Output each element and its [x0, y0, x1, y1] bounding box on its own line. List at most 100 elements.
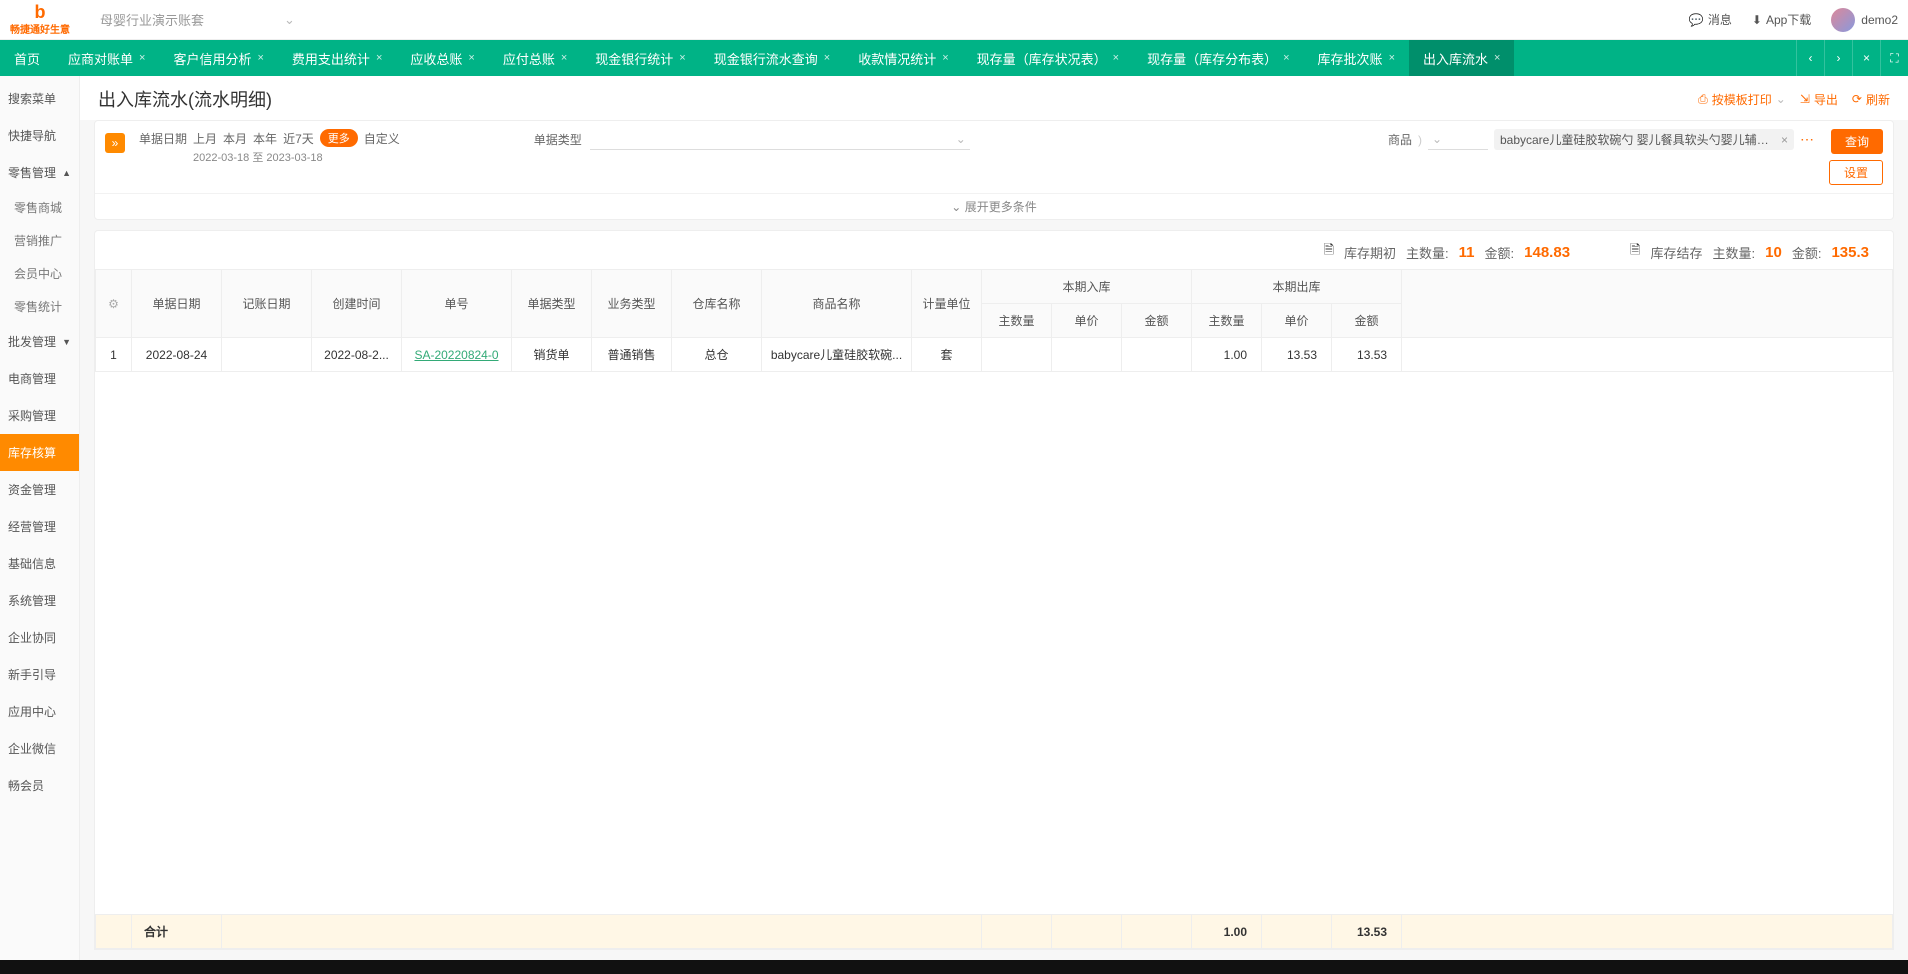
close-icon[interactable]: ×	[257, 52, 263, 64]
col-acc-date[interactable]: 记账日期	[222, 270, 312, 338]
col-out-amt[interactable]: 金额	[1332, 304, 1402, 338]
tab[interactable]: 现金银行流水查询×	[700, 40, 844, 76]
col-doc-date[interactable]: 单据日期	[132, 270, 222, 338]
logo-text: 畅捷通好生意	[10, 21, 70, 36]
fullscreen-button[interactable]: ⛶	[1880, 40, 1908, 76]
range-custom[interactable]: 自定义	[364, 130, 400, 147]
col-in-amt[interactable]: 金额	[1122, 304, 1192, 338]
sidebar-item[interactable]: 新手引导	[0, 656, 79, 693]
tab[interactable]: 首页	[0, 40, 54, 76]
sidebar-subitem[interactable]: 零售商城	[0, 191, 79, 224]
sidebar-item[interactable]: 系统管理	[0, 582, 79, 619]
account-selector[interactable]: 母婴行业演示账套 ⌄	[100, 10, 295, 29]
col-unit[interactable]: 计量单位	[912, 270, 982, 338]
export-button[interactable]: ⇲ 导出	[1800, 91, 1838, 108]
more-filters-button[interactable]: ⋯	[1800, 131, 1815, 148]
sidebar-item[interactable]: 应用中心	[0, 693, 79, 730]
doc-type-select[interactable]: ⌄	[590, 129, 970, 150]
sidebar-item[interactable]: 批发管理▼	[0, 323, 79, 360]
sidebar-item[interactable]: 采购管理	[0, 397, 79, 434]
sidebar-item[interactable]: 搜索菜单	[0, 80, 79, 117]
print-button[interactable]: ⎙ 按模板打印 ⌄	[1698, 91, 1786, 108]
close-icon[interactable]: ×	[561, 52, 567, 64]
avatar[interactable]	[1831, 8, 1855, 32]
expand-label: 展开更多条件	[965, 200, 1037, 214]
collapse-filter-button[interactable]: »	[105, 133, 125, 153]
amt-label: 金额:	[1792, 243, 1822, 262]
col-warehouse[interactable]: 仓库名称	[672, 270, 762, 338]
refresh-button[interactable]: ⟳ 刷新	[1852, 91, 1890, 108]
tab[interactable]: 应付总账×	[489, 40, 581, 76]
close-icon[interactable]: ×	[1283, 52, 1289, 64]
tab[interactable]: 客户信用分析×	[159, 40, 277, 76]
col-product[interactable]: 商品名称	[762, 270, 912, 338]
tab[interactable]: 现存量（库存状况表）×	[963, 40, 1133, 76]
sidebar-item[interactable]: 企业微信	[0, 730, 79, 767]
col-biz-type[interactable]: 业务类型	[592, 270, 672, 338]
tab-label: 出入库流水	[1423, 49, 1488, 68]
expand-conditions-button[interactable]: ⌄ 展开更多条件	[95, 193, 1893, 219]
close-icon[interactable]: ×	[824, 52, 830, 64]
sidebar-item[interactable]: 畅会员	[0, 767, 79, 804]
tab[interactable]: 库存批次账×	[1304, 40, 1409, 76]
close-icon[interactable]: ×	[679, 52, 685, 64]
range-7days[interactable]: 近7天	[283, 130, 314, 147]
col-doc-no[interactable]: 单号	[402, 270, 512, 338]
tab-close-all[interactable]: ×	[1852, 40, 1880, 76]
username[interactable]: demo2	[1861, 13, 1898, 27]
sidebar-label: 新手引导	[8, 666, 56, 683]
sidebar: 搜索菜单快捷导航零售管理▲零售商城营销推广会员中心零售统计批发管理▼电商管理采购…	[0, 76, 80, 960]
tab-prev[interactable]: ‹	[1796, 40, 1824, 76]
close-icon[interactable]: ×	[1494, 52, 1500, 64]
tab-next[interactable]: ›	[1824, 40, 1852, 76]
tab[interactable]: 出入库流水 ×	[1409, 40, 1514, 76]
tab[interactable]: 应收总账×	[396, 40, 488, 76]
close-icon[interactable]: ×	[1389, 52, 1395, 64]
sidebar-item[interactable]: 企业协同	[0, 619, 79, 656]
sidebar-item[interactable]: 库存核算	[0, 434, 79, 471]
col-settings[interactable]: ⚙	[96, 270, 132, 338]
doc-no-link[interactable]: SA-20220824-0	[402, 338, 512, 372]
close-icon[interactable]: ×	[376, 52, 382, 64]
range-more[interactable]: 更多	[320, 129, 358, 147]
tab[interactable]: 应商对账单×	[54, 40, 159, 76]
range-last-month[interactable]: 上月	[193, 130, 217, 147]
chevron-down-icon: ⌄	[1776, 92, 1786, 106]
col-in-price[interactable]: 单价	[1052, 304, 1122, 338]
sidebar-item[interactable]: 快捷导航	[0, 117, 79, 154]
col-out-price[interactable]: 单价	[1262, 304, 1332, 338]
col-create-time[interactable]: 创建时间	[312, 270, 402, 338]
chip-remove-icon[interactable]: ×	[1781, 133, 1788, 147]
range-this-month[interactable]: 本月	[223, 130, 247, 147]
close-icon[interactable]: ×	[942, 52, 948, 64]
col-out-qty[interactable]: 主数量	[1192, 304, 1262, 338]
settings-button[interactable]: 设置	[1829, 160, 1883, 185]
range-this-year[interactable]: 本年	[253, 130, 277, 147]
tab[interactable]: 现金银行统计×	[581, 40, 699, 76]
tab[interactable]: 收款情况统计×	[844, 40, 962, 76]
close-icon[interactable]: ×	[139, 52, 145, 64]
query-button[interactable]: 查询	[1831, 129, 1883, 154]
sidebar-item[interactable]: 资金管理	[0, 471, 79, 508]
total-out-qty: 1.00	[1192, 915, 1262, 949]
sidebar-item[interactable]: 基础信息	[0, 545, 79, 582]
sidebar-subitem[interactable]: 会员中心	[0, 257, 79, 290]
close-icon[interactable]: ×	[468, 52, 474, 64]
sidebar-item[interactable]: 电商管理	[0, 360, 79, 397]
product-chip[interactable]: babycare儿童硅胶软碗勺 婴儿餐具软头勺婴儿辅食勺2个装 3680 ×	[1494, 129, 1794, 150]
tab[interactable]: 现存量（库存分布表）×	[1133, 40, 1303, 76]
tab[interactable]: 费用支出统计×	[278, 40, 396, 76]
stat-opening: 🗎 库存期初 主数量: 11 金额: 148.83	[1324, 241, 1570, 263]
sidebar-subitem[interactable]: 零售统计	[0, 290, 79, 323]
os-taskbar	[0, 960, 1908, 974]
table-row[interactable]: 12022-08-242022-08-2...SA-20220824-0销货单普…	[96, 338, 1893, 372]
sidebar-item[interactable]: 零售管理▲	[0, 154, 79, 191]
col-doc-type[interactable]: 单据类型	[512, 270, 592, 338]
app-download-button[interactable]: ⬇ App下载	[1752, 11, 1811, 28]
sidebar-item[interactable]: 经营管理	[0, 508, 79, 545]
close-icon[interactable]: ×	[1113, 52, 1119, 64]
messages-button[interactable]: 💬 消息	[1689, 11, 1732, 28]
sidebar-subitem[interactable]: 营销推广	[0, 224, 79, 257]
col-in-qty[interactable]: 主数量	[982, 304, 1052, 338]
product-select[interactable]: ⌄	[1428, 129, 1488, 150]
